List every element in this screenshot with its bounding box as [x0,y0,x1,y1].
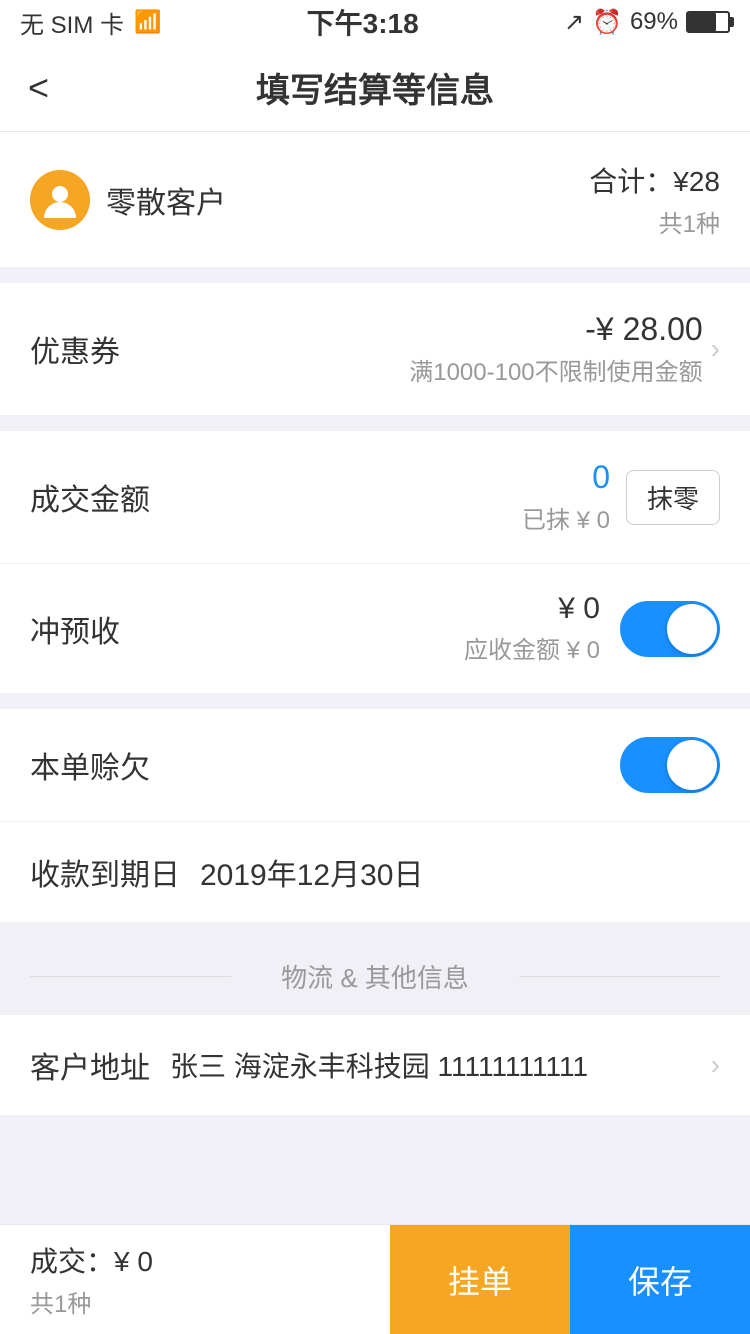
nav-bar: < 填写结算等信息 [0,44,750,132]
deal-amount-row: 成交金额 已抹 ¥ 0 抹零 [0,431,750,564]
credit-section: 本单赊欠 收款到期日 2019年12月30日 [0,709,750,922]
round-zero-button[interactable]: 抹零 [626,470,720,525]
address-label: 客户地址 [30,1043,150,1087]
prepay-row: 冲预收 ¥ 0 应收金额 ¥ 0 [0,564,750,693]
customer-left: 零散客户 [30,170,226,230]
address-value: 张三 海淀永丰科技园 11111111111 [170,1045,588,1085]
deal-right-col: 已抹 ¥ 0 [190,459,610,535]
status-right: ↗ ⏰ 69% [564,8,730,37]
hold-button[interactable]: 挂单 [390,1225,570,1334]
address-section: 客户地址 张三 海淀永丰科技园 11111111111 › [0,1015,750,1115]
customer-count: 共1种 [589,204,720,239]
address-row[interactable]: 客户地址 张三 海淀永丰科技园 11111111111 › [0,1015,750,1115]
carrier-text: 无 SIM 卡 [20,5,124,40]
deal-amount-label: 成交金额 [30,475,150,519]
bottom-deal-label: 成交： [30,1246,114,1277]
customer-row: 零散客户 合计：¥28 共1种 [0,132,750,267]
avatar-icon [30,170,90,230]
prepay-amount-col: ¥ 0 应收金额 ¥ 0 [464,592,600,665]
prepay-right: ¥ 0 应收金额 ¥ 0 [464,592,720,665]
page-title: 填写结算等信息 [256,63,494,112]
credit-label: 本单赊欠 [30,743,150,787]
content-area: 零散客户 合计：¥28 共1种 优惠券 -¥ 28.00 满1000-100不限… [0,132,750,1251]
customer-summary: 合计：¥28 共1种 [589,160,720,239]
logistics-label: 物流 & 其他信息 [281,958,469,995]
prepay-amount: ¥ 0 [464,592,600,626]
status-bar: 无 SIM 卡 📶 下午3:18 ↗ ⏰ 69% [0,0,750,44]
prepay-toggle[interactable] [620,601,720,657]
coupon-sub-text: 满1000-100不限制使用金额 [120,352,703,387]
coupon-chevron-icon: › [711,333,720,365]
address-chevron-icon: › [711,1049,720,1081]
prepay-sub-text: 应收金额 ¥ 0 [464,630,600,665]
coupon-right: -¥ 28.00 满1000-100不限制使用金额 [120,311,703,387]
status-time: 下午3:18 [307,2,419,42]
customer-total: 合计：¥28 [589,160,720,200]
coupon-label: 优惠券 [30,327,120,371]
deal-sub-text: 已抹 ¥ 0 [190,500,610,535]
coupon-section: 优惠券 -¥ 28.00 满1000-100不限制使用金额 › [0,283,750,415]
bottom-deal-amount: ¥ 0 [114,1246,153,1277]
wifi-icon: 📶 [134,9,161,35]
credit-row: 本单赊欠 [0,709,750,821]
bottom-deal-text: 成交：¥ 0 [30,1240,360,1280]
battery-icon [686,11,730,33]
due-date-label: 收款到期日 [30,850,180,894]
avatar [30,170,90,230]
customer-name: 零散客户 [106,178,226,222]
toggle-knob [667,604,717,654]
back-button[interactable]: < [28,67,49,109]
due-date-row[interactable]: 收款到期日 2019年12月30日 [0,821,750,922]
coupon-discount-value: -¥ 28.00 [120,311,703,348]
credit-toggle[interactable] [620,737,720,793]
credit-toggle-knob [667,740,717,790]
alarm-icon: ⏰ [592,8,622,37]
bottom-bar: 成交：¥ 0 共1种 挂单 保存 [0,1224,750,1334]
save-button[interactable]: 保存 [570,1225,750,1334]
address-left: 客户地址 张三 海淀永丰科技园 11111111111 [30,1043,588,1087]
battery-percent: 69% [630,8,678,36]
bottom-summary: 成交：¥ 0 共1种 [0,1240,390,1319]
location-icon: ↗ [564,8,584,37]
coupon-row[interactable]: 优惠券 -¥ 28.00 满1000-100不限制使用金额 › [0,283,750,415]
deal-section: 成交金额 已抹 ¥ 0 抹零 冲预收 ¥ 0 应收金额 ¥ 0 [0,431,750,693]
prepay-label: 冲预收 [30,607,120,651]
logistics-divider: 物流 & 其他信息 [0,938,750,1015]
deal-amount-input[interactable] [190,459,610,496]
bottom-count: 共1种 [30,1284,360,1319]
deal-amount-right: 已抹 ¥ 0 抹零 [150,459,720,535]
status-left: 无 SIM 卡 📶 [20,5,161,40]
due-date-value: 2019年12月30日 [200,850,423,894]
